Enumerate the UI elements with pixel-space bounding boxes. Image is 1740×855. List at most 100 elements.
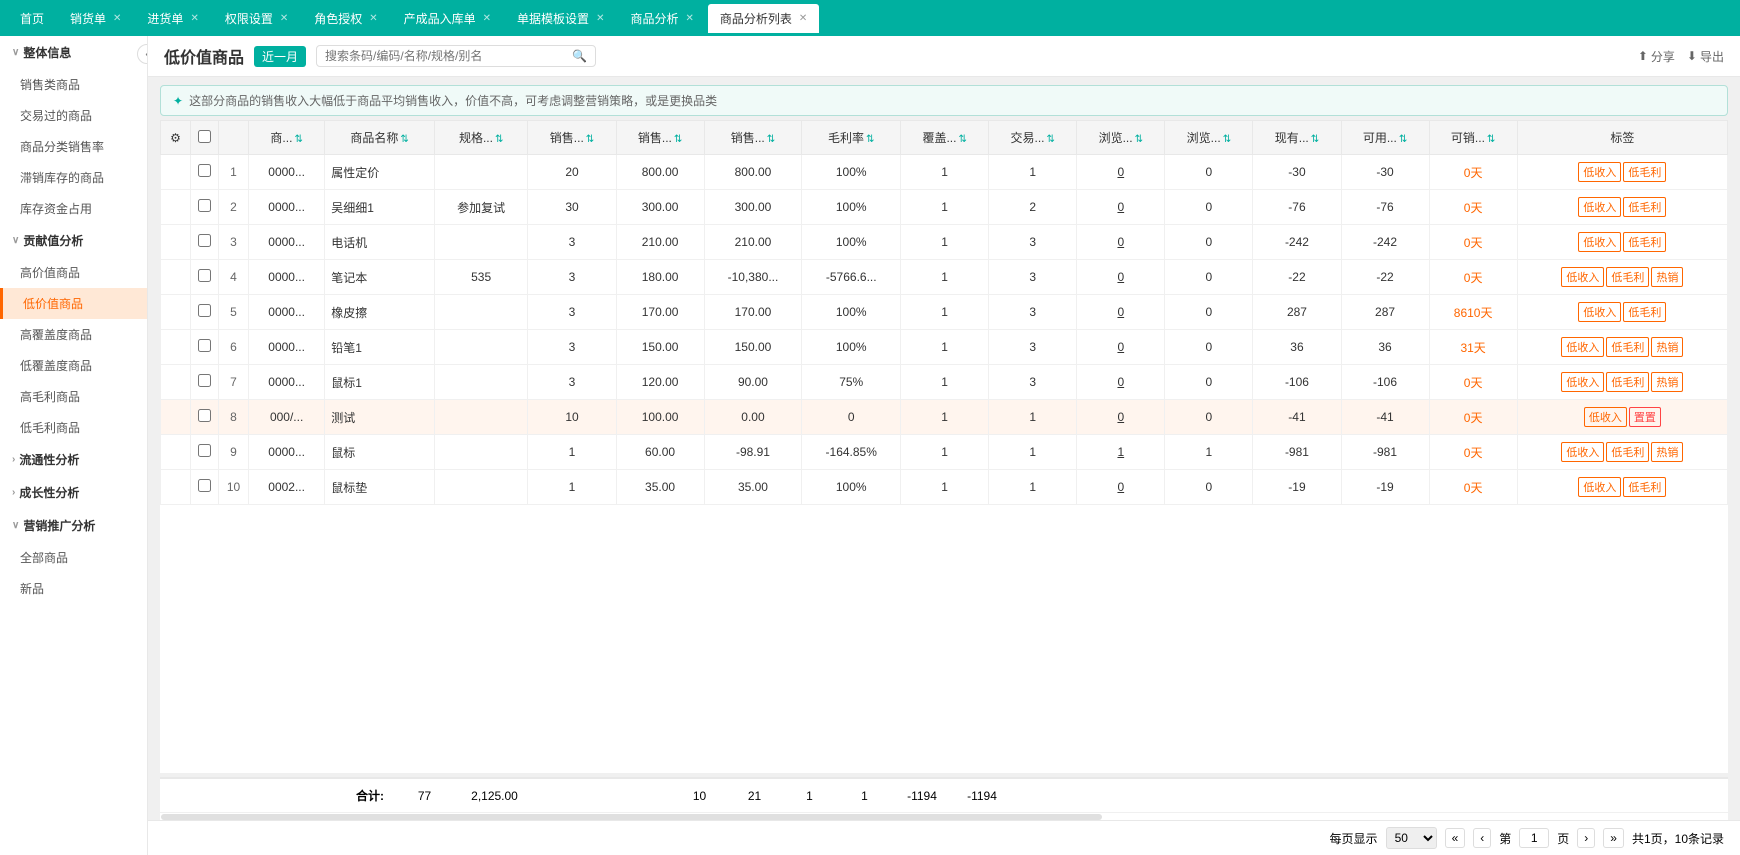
prev-page-button[interactable]: ‹ [1473, 828, 1491, 848]
th-avail[interactable]: 可用...⇅ [1341, 121, 1429, 155]
top-nav: 首页 销货单 ✕ 进货单 ✕ 权限设置 ✕ 角色授权 ✕ 产成品入库单 ✕ 单据… [0, 0, 1740, 36]
filter-tag-recent-month[interactable]: 近一月 [254, 46, 306, 67]
row-checkbox[interactable] [198, 234, 211, 247]
th-gross-rate[interactable]: 毛利率⇅ [802, 121, 901, 155]
cell-sales-qty: 3 [528, 295, 616, 330]
close-icon[interactable]: ✕ [190, 13, 198, 24]
row-checkbox[interactable] [198, 269, 211, 282]
cell-name: 橡皮擦 [325, 295, 435, 330]
cell-days: 0天 [1429, 225, 1517, 260]
sidebar-item-low-margin[interactable]: 低毛利商品 [0, 412, 147, 443]
sidebar-item-high-value[interactable]: 高价值商品 [0, 257, 147, 288]
tag: 低收入 [1584, 407, 1627, 427]
table-row: 40000...笔记本5353180.00-10,380...-5766.6..… [161, 260, 1728, 295]
close-icon[interactable]: ✕ [685, 13, 693, 24]
cell-spec [434, 470, 528, 505]
row-checkbox[interactable] [198, 304, 211, 317]
sidebar-section-overall[interactable]: ∨ 整体信息 [0, 36, 147, 69]
cell-avail: -242 [1341, 225, 1429, 260]
cell-days: 0天 [1429, 365, 1517, 400]
cell-views2: 0 [1165, 190, 1253, 225]
cell-stock: 36 [1253, 330, 1341, 365]
cell-checkbox [191, 295, 219, 330]
page-number-input[interactable] [1519, 828, 1549, 848]
sidebar-item-sales-goods[interactable]: 销售类商品 [0, 69, 147, 100]
nav-product-analysis-list[interactable]: 商品分析列表 ✕ [708, 4, 819, 33]
table-row: 20000...吴细细1参加复试30300.00300.00100%1200-7… [161, 190, 1728, 225]
cell-num: 2 [219, 190, 249, 225]
sidebar-item-high-coverage[interactable]: 高覆盖度商品 [0, 319, 147, 350]
th-stock[interactable]: 现有...⇅ [1253, 121, 1341, 155]
row-checkbox[interactable] [198, 409, 211, 422]
th-views1[interactable]: 浏览...⇅ [1077, 121, 1165, 155]
nav-sales[interactable]: 销货单 ✕ [58, 4, 133, 33]
sidebar-item-low-coverage[interactable]: 低覆盖度商品 [0, 350, 147, 381]
table-row: 8000/...测试10100.000.0001100-41-410天低收入置置 [161, 400, 1728, 435]
sidebar-item-category-sales[interactable]: 商品分类销售率 [0, 131, 147, 162]
table-header-row: ⚙ 商...⇅ 商品名称⇅ 规格...⇅ 销售...⇅ 销售...⇅ 销售...… [161, 121, 1728, 155]
sidebar-item-low-value[interactable]: 低价值商品 [0, 288, 147, 319]
cell-gross-rate: -5766.6... [802, 260, 901, 295]
row-checkbox[interactable] [198, 339, 211, 352]
th-name[interactable]: 商品名称⇅ [325, 121, 435, 155]
sidebar-item-unsold[interactable]: 滞销库存的商品 [0, 162, 147, 193]
last-page-button[interactable]: » [1603, 828, 1624, 848]
th-views2[interactable]: 浏览...⇅ [1165, 121, 1253, 155]
search-icon[interactable]: 🔍 [572, 49, 587, 63]
th-sales-amt[interactable]: 销售...⇅ [616, 121, 704, 155]
share-button[interactable]: ⬆ 分享 [1638, 48, 1675, 65]
select-all-checkbox[interactable] [198, 130, 211, 143]
search-input[interactable] [325, 49, 568, 63]
page-size-select[interactable]: 50 100 200 [1386, 827, 1437, 849]
nav-permission[interactable]: 权限设置 ✕ [213, 4, 300, 33]
sidebar-item-traded-goods[interactable]: 交易过的商品 [0, 100, 147, 131]
th-coverage[interactable]: 覆盖...⇅ [901, 121, 989, 155]
total-coverage: 10 [672, 789, 727, 803]
cell-sales-qty: 3 [528, 365, 616, 400]
nav-product-analysis[interactable]: 商品分析 ✕ [618, 4, 705, 33]
close-icon[interactable]: ✕ [596, 13, 604, 24]
cell-spec [434, 400, 528, 435]
row-checkbox[interactable] [198, 164, 211, 177]
th-sales-avg[interactable]: 销售...⇅ [704, 121, 802, 155]
nav-product-in[interactable]: 产成品入库单 ✕ [392, 4, 503, 33]
close-icon[interactable]: ✕ [369, 13, 377, 24]
sidebar-section-marketing[interactable]: ∨ 营销推广分析 [0, 509, 147, 542]
sidebar-item-high-margin[interactable]: 高毛利商品 [0, 381, 147, 412]
sidebar-item-stock-capital[interactable]: 库存资金占用 [0, 193, 147, 224]
close-icon[interactable]: ✕ [483, 13, 491, 24]
cell-stock: -242 [1253, 225, 1341, 260]
close-icon[interactable]: ✕ [113, 13, 121, 24]
nav-home[interactable]: 首页 [8, 4, 56, 33]
th-settings[interactable]: ⚙ [161, 121, 191, 155]
next-page-button[interactable]: › [1577, 828, 1595, 848]
sidebar-section-growth[interactable]: › 成长性分析 [0, 476, 147, 509]
th-code[interactable]: 商...⇅ [249, 121, 325, 155]
nav-template[interactable]: 单据模板设置 ✕ [505, 4, 616, 33]
sidebar-section-liquidity[interactable]: › 流通性分析 [0, 443, 147, 476]
th-spec[interactable]: 规格...⇅ [434, 121, 528, 155]
sidebar-item-all-goods[interactable]: 全部商品 [0, 542, 147, 573]
sidebar-section-contribution[interactable]: ∨ 贡献值分析 [0, 224, 147, 257]
cell-settings [161, 365, 191, 400]
nav-purchase[interactable]: 进货单 ✕ [135, 4, 210, 33]
cell-sales-amt: 100.00 [616, 400, 704, 435]
total-views1: 1 [782, 789, 837, 803]
sidebar-item-new-goods[interactable]: 新品 [0, 573, 147, 604]
row-checkbox[interactable] [198, 374, 211, 387]
first-page-button[interactable]: « [1445, 828, 1466, 848]
row-checkbox[interactable] [198, 444, 211, 457]
cell-sales-avg: 300.00 [704, 190, 802, 225]
close-icon[interactable]: ✕ [280, 13, 288, 24]
cell-avail: 36 [1341, 330, 1429, 365]
cell-spec: 535 [434, 260, 528, 295]
row-checkbox[interactable] [198, 199, 211, 212]
th-trans[interactable]: 交易...⇅ [989, 121, 1077, 155]
th-sellable[interactable]: 可销...⇅ [1429, 121, 1517, 155]
export-button[interactable]: ⬇ 导出 [1687, 48, 1724, 65]
th-sales-qty[interactable]: 销售...⇅ [528, 121, 616, 155]
nav-role[interactable]: 角色授权 ✕ [302, 4, 389, 33]
cell-num: 3 [219, 225, 249, 260]
row-checkbox[interactable] [198, 479, 211, 492]
close-icon[interactable]: ✕ [799, 13, 807, 24]
